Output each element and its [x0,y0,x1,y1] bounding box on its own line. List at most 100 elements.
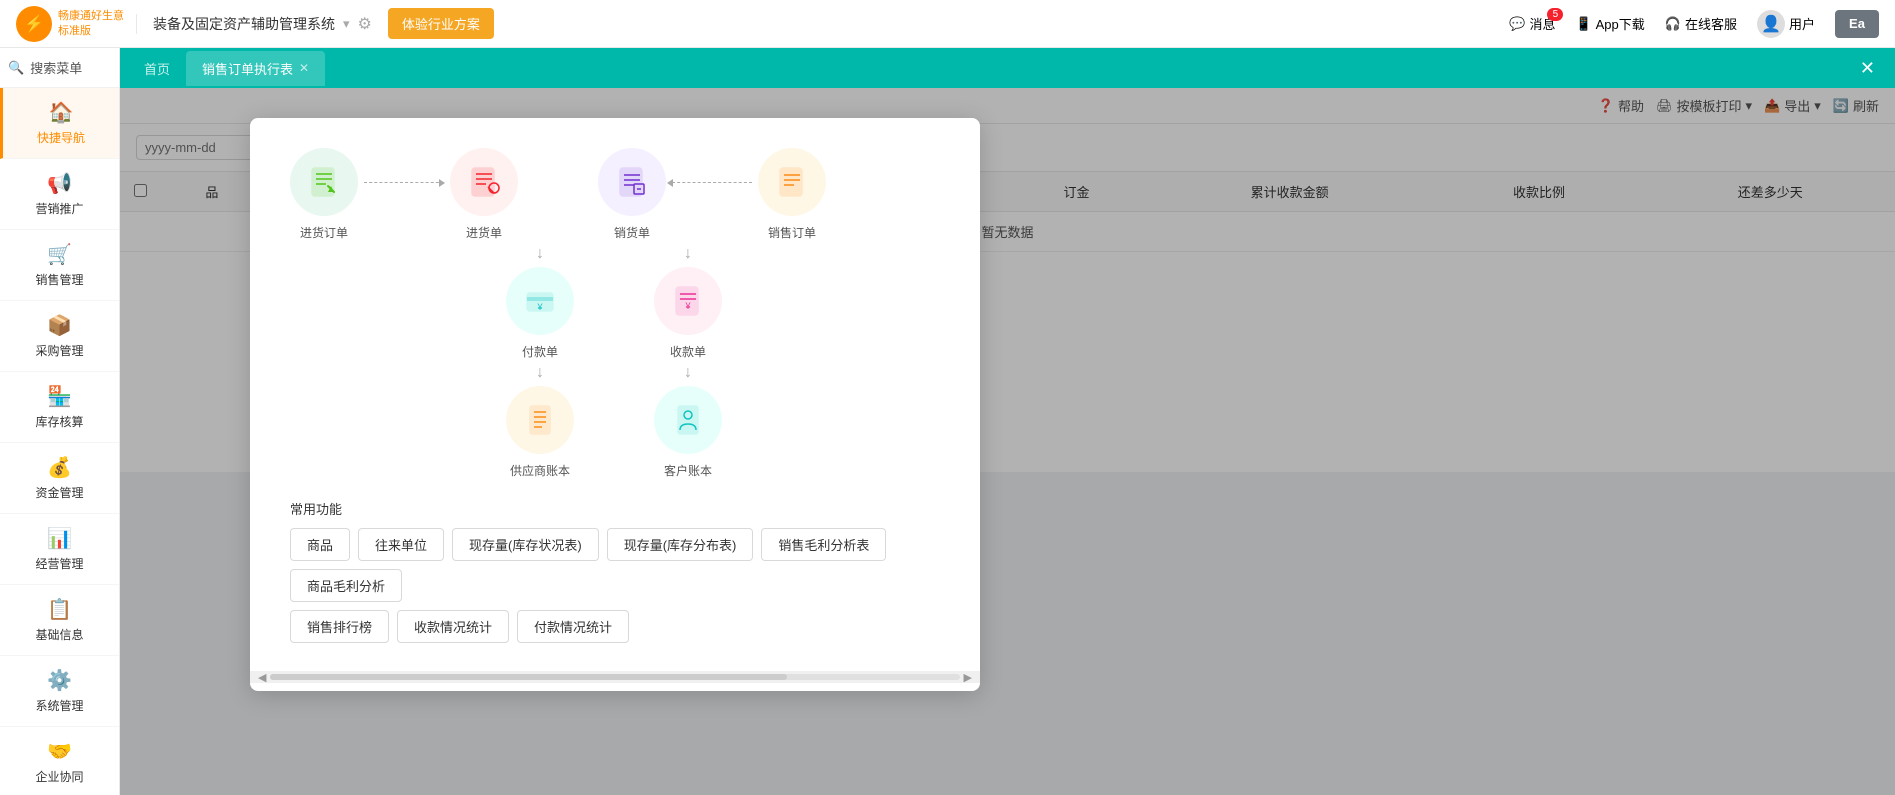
user-avatar: 👤 [1757,10,1785,38]
app-download-item[interactable]: 📱 App下载 [1575,14,1644,33]
flow-node-purchase-order[interactable]: 进货订单 [290,148,358,241]
user-label: 用户 [1789,14,1815,33]
sales-icon: 🛒 [47,242,72,267]
sidebar-item-label: 资金管理 [35,484,83,501]
supplier-ledger-label: 供应商账本 [510,462,570,479]
scroll-right-arrow[interactable]: ▶ [960,671,976,684]
content-area: 首页 销售订单执行表 ✕ ✕ ❓ 帮助 🖨 按模板打印 [120,48,1895,795]
message-badge: 5 [1547,8,1563,21]
tab-home-label: 首页 [144,59,170,78]
operation-icon: 📊 [47,526,72,551]
func-btn-sales-ranking[interactable]: 销售排行榜 [290,610,389,643]
search-icon: 🔍 [8,60,24,76]
tab-home[interactable]: 首页 [128,51,186,86]
scroll-track[interactable] [270,674,959,680]
supplier-ledger-icon [506,386,574,454]
sidebar-item-label: 经营管理 [35,555,83,572]
system-title: 装备及固定资产辅助管理系统 [153,14,335,34]
func-btn-stock-distribution[interactable]: 现存量(库存分布表) [607,528,754,561]
arrow-down-payment [536,364,544,386]
sales-order-label: 销售订单 [768,224,816,241]
enterprise-icon: 🤝 [47,739,72,764]
trial-button[interactable]: 体验行业方案 [388,8,494,39]
arrow-sales-order-to-sales-bill [666,182,758,183]
sidebar-item-label: 快捷导航 [37,129,85,146]
sidebar-item-quick-nav[interactable]: 🏠 快捷导航 [0,88,119,159]
sidebar: 🔍 搜索菜单 🏠 快捷导航 📢 营销推广 🛒 销售管理 📦 采购管理 🏪 库存核… [0,48,120,795]
flow-node-payment[interactable]: ¥ 付款单 [506,267,574,360]
flow-node-supplier-ledger[interactable]: 供应商账本 [506,386,574,479]
sidebar-item-operation[interactable]: 📊 经营管理 [0,514,119,585]
arrow-down-receipt [684,364,692,386]
arrow-purchase-order-to-purchase [358,182,450,183]
sidebar-item-label: 基础信息 [35,626,83,643]
purchase-bill-label: 进货单 [466,224,502,241]
purchase-order-label: 进货订单 [300,224,348,241]
marketing-icon: 📢 [47,171,72,196]
page-content: ❓ 帮助 🖨 按模板打印 ▾ 📤 导出 ▾ 🔄 [120,88,1895,795]
modal-overlay[interactable]: 进货订单 进货单 [120,88,1895,795]
svg-text:¥: ¥ [536,302,543,312]
sidebar-item-purchase[interactable]: 📦 采购管理 [0,301,119,372]
common-functions-section: 常用功能 商品 往来单位 现存量(库存状况表) 现存量(库存分布表) 销售毛利分… [250,499,980,671]
modal-scrollbar[interactable]: ◀ ▶ [250,671,980,683]
app-download-label: App下载 [1596,14,1645,33]
inventory-icon: 🏪 [47,384,72,409]
func-btn-stock-status[interactable]: 现存量(库存状况表) [452,528,599,561]
tab-close-icon[interactable]: ✕ [299,61,309,75]
user-profile-item[interactable]: 👤 用户 [1757,10,1815,38]
sidebar-item-label: 销售管理 [35,271,83,288]
flow-node-sales-bill[interactable]: 销货单 [598,148,666,241]
common-functions-title: 常用功能 [290,499,940,518]
download-icon: 📱 [1575,16,1591,32]
system-icon: ⚙️ [47,668,72,693]
sidebar-item-finance[interactable]: 💰 资金管理 [0,443,119,514]
sidebar-item-system[interactable]: ⚙️ 系统管理 [0,656,119,727]
payment-label: 付款单 [522,343,558,360]
sidebar-item-sales[interactable]: 🛒 销售管理 [0,230,119,301]
customer-ledger-label: 客户账本 [664,462,712,479]
main-layout: 🔍 搜索菜单 🏠 快捷导航 📢 营销推广 🛒 销售管理 📦 采购管理 🏪 库存核… [0,48,1895,795]
search-menu[interactable]: 🔍 搜索菜单 [0,48,119,88]
func-btn-partners[interactable]: 往来单位 [358,528,444,561]
flow-section: 进货订单 进货单 [250,118,980,499]
modal-box: 进货订单 进货单 [250,118,980,691]
func-buttons-row2: 销售排行榜 收款情况统计 付款情况统计 [290,610,940,643]
func-btn-receipt-stats[interactable]: 收款情况统计 [397,610,509,643]
top-header: ⚡ 畅康通好生意 标准版 装备及固定资产辅助管理系统 ▾ ⚙ 体验行业方案 💬 … [0,0,1895,48]
dropdown-icon[interactable]: ▾ [343,16,350,32]
tab-sales-order-label: 销售订单执行表 [202,59,293,78]
logo-text: 畅康通好生意 标准版 [58,9,124,38]
sidebar-item-marketing[interactable]: 📢 营销推广 [0,159,119,230]
customer-ledger-icon [654,386,722,454]
flow-node-sales-order[interactable]: 销售订单 [758,148,826,241]
sidebar-item-label: 营销推广 [35,200,83,217]
func-buttons-row1: 商品 往来单位 现存量(库存状况表) 现存量(库存分布表) 销售毛利分析表 商品… [290,528,940,602]
func-btn-goods-profit-analysis[interactable]: 商品毛利分析 [290,569,402,602]
tab-sales-order[interactable]: 销售订单执行表 ✕ [186,51,325,86]
sales-order-icon [758,148,826,216]
sidebar-item-basic[interactable]: 📋 基础信息 [0,585,119,656]
sales-bill-label: 销货单 [614,224,650,241]
flow-node-customer-ledger[interactable]: 客户账本 [654,386,722,479]
sidebar-item-enterprise[interactable]: 🤝 企业协同 [0,727,119,795]
online-service-item[interactable]: 🎧 在线客服 [1665,14,1737,33]
func-btn-goods[interactable]: 商品 [290,528,350,561]
arrow-down-purchase-bill [536,245,544,267]
window-close-icon[interactable]: ✕ [1848,58,1887,79]
flow-node-receipt[interactable]: ¥ 收款单 [654,267,722,360]
basic-icon: 📋 [47,597,72,622]
flow-node-purchase-bill[interactable]: 进货单 [450,148,518,241]
purchase-order-icon [290,148,358,216]
sales-bill-icon [598,148,666,216]
message-icon-item[interactable]: 💬 消息 5 [1509,14,1555,33]
func-btn-payment-stats[interactable]: 付款情况统计 [517,610,629,643]
sidebar-item-label: 库存核算 [35,413,83,430]
sidebar-item-label: 系统管理 [35,697,83,714]
online-service-label: 在线客服 [1685,14,1737,33]
sidebar-item-inventory[interactable]: 🏪 库存核算 [0,372,119,443]
payment-icon: ¥ [506,267,574,335]
scroll-left-arrow[interactable]: ◀ [254,671,270,684]
settings-icon[interactable]: ⚙ [358,14,372,34]
func-btn-sales-profit-analysis[interactable]: 销售毛利分析表 [761,528,886,561]
